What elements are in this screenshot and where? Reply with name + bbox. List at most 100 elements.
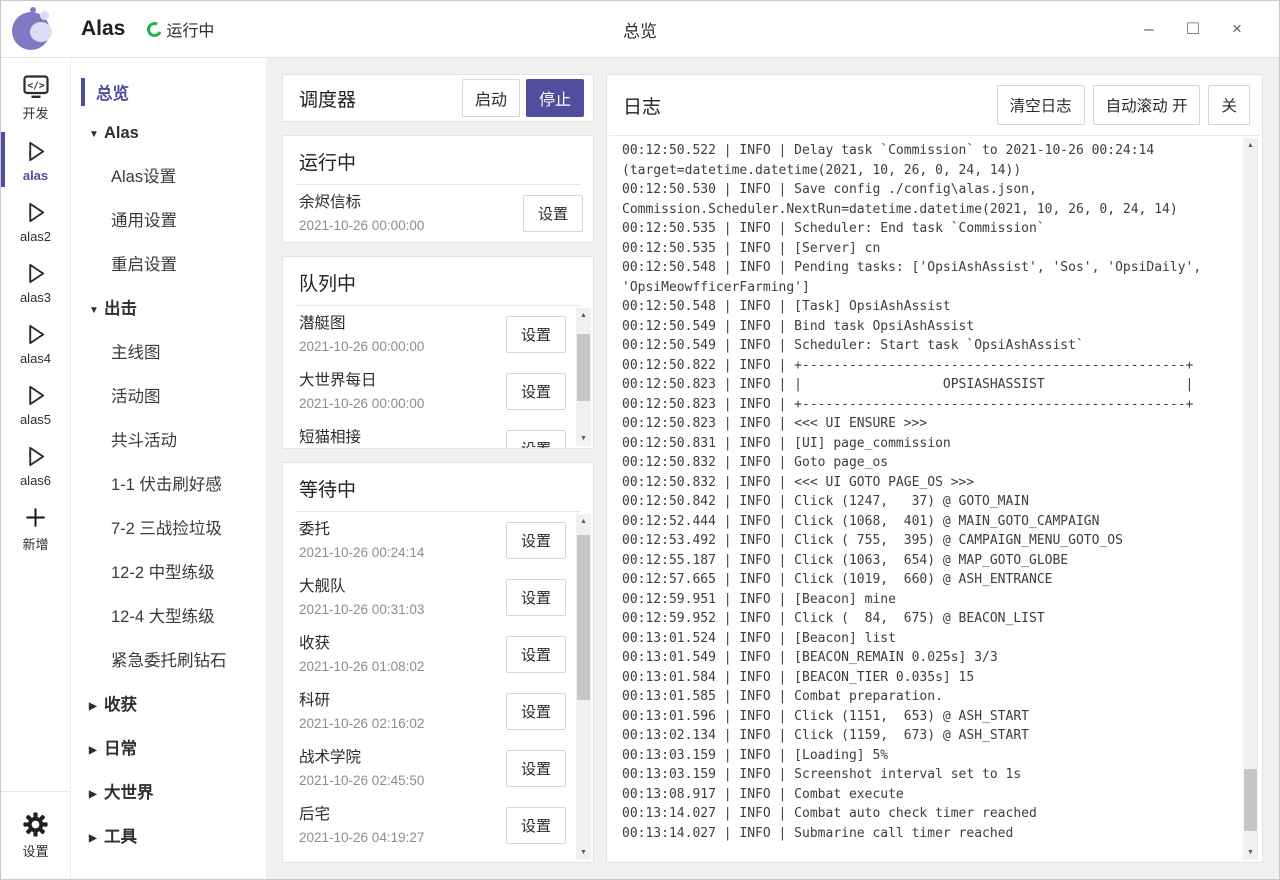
task-next-run: 2021-10-26 04:19:27 — [299, 829, 506, 846]
rail-item-settings[interactable]: 设置 — [1, 802, 70, 867]
rail-item-label: alas6 — [20, 473, 51, 488]
scroll-down-icon[interactable]: ▼ — [576, 431, 591, 446]
scrollbar-thumb[interactable] — [1244, 769, 1257, 831]
scheduler-card: 调度器 启动 停止 — [282, 74, 594, 122]
log-title: 日志 — [623, 92, 989, 119]
scroll-up-icon[interactable]: ▲ — [576, 514, 591, 529]
rail-item-alas4[interactable]: alas4 — [1, 312, 70, 373]
waiting-scrollbar[interactable]: ▲ ▼ — [576, 514, 591, 860]
task-name: 科研 — [299, 691, 506, 711]
rail-item-label: alas — [23, 168, 48, 183]
log-card: 日志 清空日志 自动滚动 开 关 00:12:50.522 | INFO | D… — [606, 74, 1263, 863]
log-scrollbar[interactable]: ▲ ▼ — [1243, 138, 1258, 860]
pending-scrollbar[interactable]: ▲ ▼ — [576, 308, 591, 446]
task-name: 收获 — [299, 634, 506, 654]
scroll-up-icon[interactable]: ▲ — [576, 308, 591, 323]
rail-item-label: 新增 — [22, 534, 48, 553]
task-settings-button[interactable]: 设置 — [506, 693, 566, 730]
task-settings-button[interactable]: 设置 — [506, 579, 566, 616]
content-area: 调度器 启动 停止 运行中 余烬信标 2021-10-26 00:00:00 设… — [266, 58, 1279, 879]
rail-item-dev[interactable]: </> 开发 — [1, 64, 70, 129]
task-next-run: 2021-10-26 00:00:00 — [299, 217, 523, 234]
task-settings-button[interactable]: 设置 — [506, 750, 566, 787]
menu-item[interactable]: 12-2 中型练级 — [71, 549, 266, 593]
scroll-down-icon[interactable]: ▼ — [576, 845, 591, 860]
menu-item[interactable]: 紧急委托刷钻石 — [71, 637, 266, 681]
play-icon — [24, 321, 47, 348]
task-settings-button[interactable]: 设置 — [506, 807, 566, 844]
clear-log-button[interactable]: 清空日志 — [997, 85, 1085, 125]
menu-group-daily[interactable]: ▶日常 — [71, 725, 266, 769]
menu-item[interactable]: 12-4 大型练级 — [71, 593, 266, 637]
menu-item[interactable]: 活动图 — [71, 373, 266, 417]
dev-icon: </> — [23, 73, 49, 100]
menu-group-alas[interactable]: ▼Alas — [71, 114, 266, 153]
autoscroll-toggle-button[interactable]: 自动滚动 开 — [1093, 85, 1201, 125]
rail-item-alas5[interactable]: alas5 — [1, 373, 70, 434]
menu-item[interactable]: 7-2 三战捡垃圾 — [71, 505, 266, 549]
task-settings-button[interactable]: 设置 — [506, 430, 566, 448]
rail-item-add[interactable]: 新增 — [1, 495, 70, 560]
menu-group-tools[interactable]: ▶工具 — [71, 813, 266, 857]
task-name: 大世界每日 — [299, 371, 506, 391]
task-settings-button[interactable]: 设置 — [523, 195, 583, 232]
scheduler-start-button[interactable]: 启动 — [462, 79, 520, 117]
task-next-run: 2021-10-26 00:00:00 — [299, 395, 506, 412]
scroll-down-icon[interactable]: ▼ — [1243, 845, 1258, 860]
instance-rail: </> 开发 alas alas2 alas3 — [1, 58, 71, 879]
play-icon — [24, 138, 47, 165]
log-close-button[interactable]: 关 — [1208, 85, 1250, 125]
rail-item-label: alas4 — [20, 351, 51, 366]
menu-item[interactable]: 通用设置 — [71, 197, 266, 241]
task-name: 大舰队 — [299, 577, 506, 597]
menu-group-attack[interactable]: ▼出击 — [71, 285, 266, 329]
running-title: 运行中 — [283, 136, 593, 184]
rail-item-label: alas2 — [20, 229, 51, 244]
task-next-run: 2021-10-26 01:08:02 — [299, 658, 506, 675]
task-row: 大世界每日 2021-10-26 00:00:00 设置 — [283, 363, 576, 420]
caret-right-icon: ▶ — [89, 745, 104, 756]
caret-down-icon: ▼ — [89, 129, 104, 140]
task-settings-button[interactable]: 设置 — [506, 373, 566, 410]
task-settings-button[interactable]: 设置 — [506, 522, 566, 559]
pending-card: 队列中 潜艇图 2021-10-26 00:00:00 设置 — [282, 256, 594, 449]
menu-item[interactable]: 共斗活动 — [71, 417, 266, 461]
task-name: 后宅 — [299, 805, 506, 825]
menu-item[interactable]: 1-1 伏击刷好感 — [71, 461, 266, 505]
task-next-run: 2021-10-26 00:31:03 — [299, 601, 506, 618]
task-row: 潜艇图 2021-10-26 00:00:00 设置 — [283, 306, 576, 363]
rail-item-alas[interactable]: alas — [1, 129, 70, 190]
task-name: 余烬信标 — [299, 193, 523, 213]
scheduler-stop-button[interactable]: 停止 — [526, 79, 584, 117]
task-row: 科研 2021-10-26 02:16:02 设置 — [283, 683, 576, 740]
close-button[interactable]: × — [1215, 19, 1259, 39]
rail-item-alas2[interactable]: alas2 — [1, 190, 70, 251]
task-name: 战术学院 — [299, 748, 506, 768]
menu-item[interactable]: 主线图 — [71, 329, 266, 373]
task-row: 大舰队 2021-10-26 00:31:03 设置 — [283, 569, 576, 626]
scroll-up-icon[interactable]: ▲ — [1243, 138, 1258, 153]
minimize-button[interactable]: – — [1127, 19, 1171, 39]
task-name: 委托 — [299, 520, 506, 540]
scrollbar-thumb[interactable] — [577, 334, 590, 401]
task-settings-button[interactable]: 设置 — [506, 636, 566, 673]
scrollbar-thumb[interactable] — [577, 535, 590, 699]
menu-item[interactable]: 重启设置 — [71, 241, 266, 285]
task-next-run: 2021-10-26 00:00:00 — [299, 338, 506, 355]
rail-item-label: alas3 — [20, 290, 51, 305]
running-card: 运行中 余烬信标 2021-10-26 00:00:00 设置 — [282, 135, 594, 243]
rail-item-alas6[interactable]: alas6 — [1, 434, 70, 495]
maximize-button[interactable]: □ — [1171, 18, 1215, 40]
menu-item[interactable]: Alas设置 — [71, 153, 266, 197]
menu-group-reward[interactable]: ▶收获 — [71, 681, 266, 725]
menu-group-opsi[interactable]: ▶大世界 — [71, 769, 266, 813]
menu-item-overview[interactable]: 总览 — [71, 70, 266, 114]
caret-down-icon: ▼ — [89, 305, 104, 316]
rail-item-alas3[interactable]: alas3 — [1, 251, 70, 312]
task-settings-button[interactable]: 设置 — [506, 316, 566, 353]
plus-icon — [24, 504, 47, 531]
task-menu: 总览 ▼Alas Alas设置 通用设置 重启设置 ▼出击 主线图 活动图 共斗… — [71, 58, 266, 879]
running-spinner-icon — [145, 19, 164, 38]
rail-item-label: 开发 — [22, 103, 48, 122]
task-row: 收获 2021-10-26 01:08:02 设置 — [283, 626, 576, 683]
